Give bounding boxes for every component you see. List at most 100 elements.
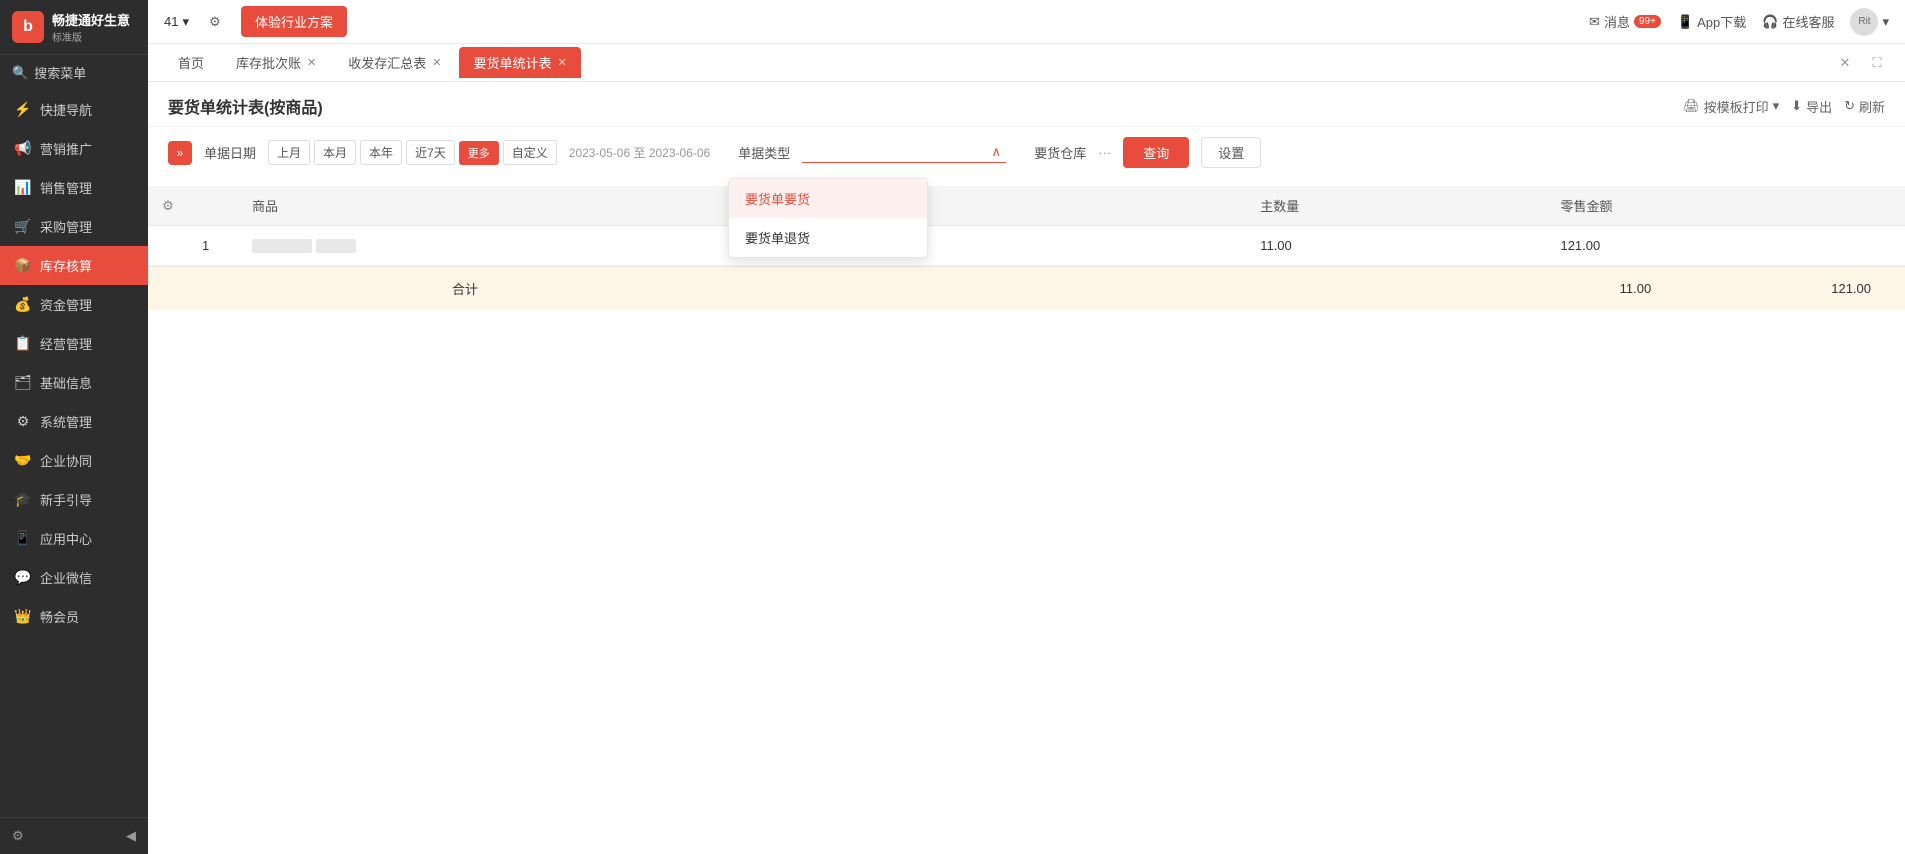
tab-receive-summary[interactable]: 收发存汇总表 ✕ bbox=[334, 47, 455, 78]
sidebar-item-label: 采购管理 bbox=[40, 217, 92, 236]
sidebar-item-member[interactable]: 👑 畅会员 bbox=[0, 597, 148, 636]
tab-actions: ✕ ⛶ bbox=[1833, 51, 1889, 75]
quick-nav-icon: ⚡ bbox=[14, 101, 32, 118]
base-info-icon: 🗂 bbox=[14, 374, 32, 391]
date-btn-year[interactable]: 本年 bbox=[360, 140, 402, 165]
row-amount: 121.00 bbox=[1546, 226, 1905, 266]
export-button[interactable]: ⬇ 导出 bbox=[1791, 97, 1832, 116]
sidebar-item-sales[interactable]: 📊 销售管理 bbox=[0, 168, 148, 207]
sidebar-search[interactable]: 🔍 搜索菜单 bbox=[0, 55, 148, 90]
refresh-button[interactable]: ↻ 刷新 bbox=[1844, 97, 1885, 116]
sidebar-item-purchase[interactable]: 🛒 采购管理 bbox=[0, 207, 148, 246]
member-icon: 👑 bbox=[14, 608, 32, 625]
date-btn-more[interactable]: 更多 bbox=[459, 141, 499, 165]
sidebar-settings-icon[interactable]: ⚙ bbox=[12, 828, 24, 844]
topbar-settings-icon[interactable]: ⚙ bbox=[201, 8, 229, 36]
sales-icon: 📊 bbox=[14, 179, 32, 196]
dropdown-item-order-return[interactable]: 要货单退货 bbox=[729, 218, 927, 257]
sidebar-item-label: 系统管理 bbox=[40, 412, 92, 431]
tab-home[interactable]: 首页 bbox=[164, 47, 218, 78]
warehouse-dots[interactable]: ··· bbox=[1098, 145, 1111, 160]
user-avatar-item[interactable]: Rit ▾ bbox=[1850, 8, 1889, 36]
sidebar-item-label: 库存核算 bbox=[40, 256, 92, 275]
tab-inventory-batch[interactable]: 库存批次账 ✕ bbox=[222, 47, 330, 78]
product-placeholder-1 bbox=[252, 239, 312, 253]
filter-expand-icon: » bbox=[177, 146, 184, 160]
maximize-tab-btn[interactable]: ⛶ bbox=[1865, 51, 1889, 75]
col-quantity: 主数量 bbox=[1246, 186, 1546, 226]
messages-item[interactable]: ✉ 消息 99+ bbox=[1589, 12, 1661, 31]
online-service-item[interactable]: 🎧 在线客服 bbox=[1762, 12, 1834, 31]
tab-home-label: 首页 bbox=[178, 53, 204, 72]
sidebar-item-enterprise[interactable]: 🤝 企业协同 bbox=[0, 441, 148, 480]
sidebar-collapse-icon[interactable]: ◀ bbox=[126, 828, 136, 844]
filter-expand-btn[interactable]: » bbox=[168, 141, 192, 165]
type-input-wrapper: ∧ bbox=[802, 142, 1006, 163]
date-btn-custom[interactable]: 自定义 bbox=[503, 140, 557, 165]
message-icon: ✉ bbox=[1589, 14, 1600, 30]
sidebar-item-label: 应用中心 bbox=[40, 529, 92, 548]
app-title: 畅捷通好生意 bbox=[52, 10, 130, 29]
template-print-icon: 🖨 bbox=[1683, 98, 1700, 114]
table-footer: 合计 11.00 121.00 bbox=[148, 266, 1905, 310]
sidebar-item-inventory[interactable]: 📦 库存核算 bbox=[0, 246, 148, 285]
avatar: Rit bbox=[1850, 8, 1878, 36]
date-btn-week[interactable]: 近7天 bbox=[406, 140, 455, 165]
messages-label: 消息 bbox=[1604, 12, 1630, 31]
sidebar-item-label: 销售管理 bbox=[40, 178, 92, 197]
topbar-right: ✉ 消息 99+ 📱 App下载 🎧 在线客服 Rit ▾ bbox=[1589, 8, 1889, 36]
sidebar-item-sys-mgmt[interactable]: ⚙ 系统管理 bbox=[0, 402, 148, 441]
sidebar-item-base-info[interactable]: 🗂 基础信息 bbox=[0, 363, 148, 402]
sidebar-item-label: 畅会员 bbox=[40, 607, 79, 626]
app-download-label: App下载 bbox=[1697, 12, 1746, 31]
sidebar-logo: b 畅捷通好生意 标准版 bbox=[0, 0, 148, 55]
sidebar-item-guide[interactable]: 🎓 新手引导 bbox=[0, 480, 148, 519]
page-header-actions: 🖨 按模板打印 ▾ ⬇ 导出 ↻ 刷新 bbox=[1683, 97, 1885, 116]
table-settings-icon[interactable]: ⚙ bbox=[162, 198, 174, 214]
sidebar-item-marketing[interactable]: 📢 营销推广 bbox=[0, 129, 148, 168]
footer-quantity: 11.00 bbox=[1620, 281, 1652, 296]
online-service-icon: 🎧 bbox=[1762, 14, 1778, 30]
date-btn-prev[interactable]: 上月 bbox=[268, 140, 310, 165]
date-filter-label: 单据日期 bbox=[204, 143, 256, 162]
logo-icon: b bbox=[12, 11, 44, 43]
sidebar-item-finance[interactable]: 💰 资金管理 bbox=[0, 285, 148, 324]
sidebar-item-app-center[interactable]: 📱 应用中心 bbox=[0, 519, 148, 558]
search-icon: 🔍 bbox=[12, 65, 28, 81]
filter-bar: » 单据日期 上月 本月 本年 近7天 更多 自定义 2023-05-06 至 … bbox=[148, 126, 1905, 178]
tab-order-stats-close[interactable]: ✕ bbox=[558, 56, 567, 69]
col-settings: ⚙ bbox=[148, 186, 188, 226]
tab-receive-summary-close[interactable]: ✕ bbox=[432, 56, 441, 69]
query-button[interactable]: 查询 bbox=[1123, 137, 1189, 168]
page-title: 要货单统计表(按商品) bbox=[168, 94, 323, 118]
col-amount: 零售金额 bbox=[1546, 186, 1905, 226]
date-btn-current[interactable]: 本月 bbox=[314, 140, 356, 165]
type-dropdown-icon[interactable]: ∧ bbox=[986, 142, 1006, 162]
type-filter-input[interactable] bbox=[802, 143, 986, 162]
template-print-button[interactable]: 🖨 按模板打印 ▾ bbox=[1683, 97, 1779, 116]
row-quantity: 11.00 bbox=[1246, 226, 1546, 266]
sidebar-item-operation[interactable]: 📋 经营管理 bbox=[0, 324, 148, 363]
inventory-icon: 📦 bbox=[14, 257, 32, 274]
operation-icon: 📋 bbox=[14, 335, 32, 352]
sidebar-item-wechat[interactable]: 💬 企业微信 bbox=[0, 558, 148, 597]
settings-button[interactable]: 设置 bbox=[1201, 137, 1261, 168]
dropdown-item-order-goods[interactable]: 要货单要货 bbox=[729, 179, 927, 218]
main-area: 41 ▾ ⚙ 体验行业方案 ✉ 消息 99+ 📱 App下载 🎧 在线客服 bbox=[148, 0, 1905, 854]
refresh-label: 刷新 bbox=[1859, 97, 1885, 116]
tab-order-stats[interactable]: 要货单统计表 ✕ bbox=[459, 47, 580, 78]
close-all-tabs-btn[interactable]: ✕ bbox=[1833, 51, 1857, 75]
trial-button[interactable]: 体验行业方案 bbox=[241, 6, 347, 37]
app-download-item[interactable]: 📱 App下载 bbox=[1677, 12, 1746, 31]
sidebar-nav: ⚡ 快捷导航 📢 营销推广 📊 销售管理 🛒 采购管理 📦 库存核算 💰 资金管… bbox=[0, 90, 148, 817]
footer-label: 合计 bbox=[452, 279, 478, 298]
template-print-label: 按模板打印 bbox=[1704, 97, 1769, 116]
topbar-left: 41 ▾ ⚙ 体验行业方案 bbox=[164, 6, 347, 37]
col-index bbox=[188, 186, 238, 226]
sidebar-item-quick-nav[interactable]: ⚡ 快捷导航 bbox=[0, 90, 148, 129]
company-dropdown-icon: ▾ bbox=[182, 14, 189, 30]
sidebar-item-label: 资金管理 bbox=[40, 295, 92, 314]
company-selector[interactable]: 41 ▾ bbox=[164, 14, 189, 30]
tab-inventory-batch-close[interactable]: ✕ bbox=[307, 56, 316, 69]
guide-icon: 🎓 bbox=[14, 491, 32, 508]
